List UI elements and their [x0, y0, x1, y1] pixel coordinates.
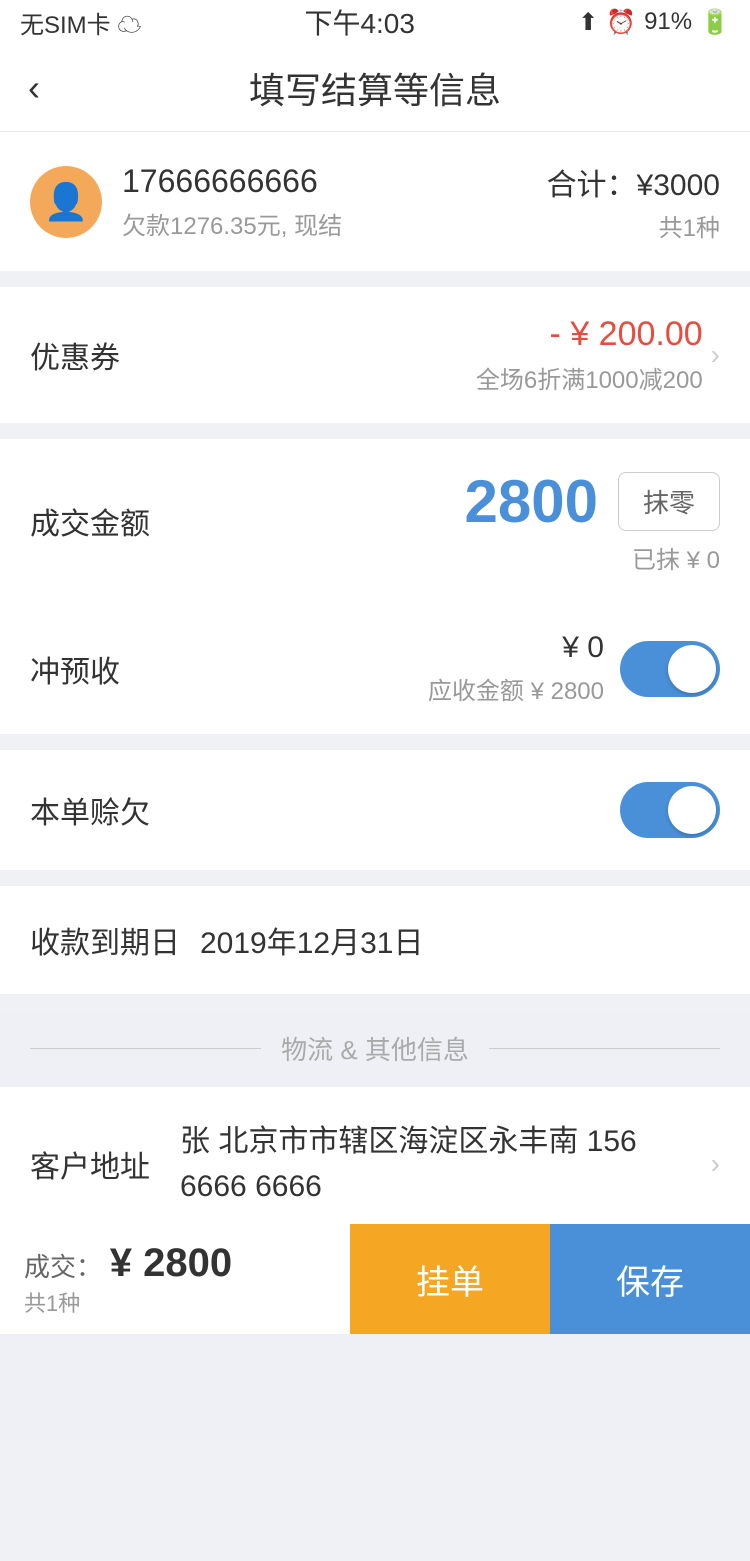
address-row[interactable]: 客户地址 张 北京市市辖区海淀区永丰南 156 6666 6666 › [0, 1087, 750, 1241]
save-button[interactable]: 保存 [550, 1224, 750, 1334]
deal-amount-label: 成交金额 [30, 499, 150, 543]
due-date-row: 收款到期日 2019年12月31日 [0, 886, 750, 994]
customer-debt: 欠款1276.35元, 现结 [122, 206, 342, 241]
prepay-toggle[interactable] [620, 641, 720, 697]
divider-line-left [30, 1048, 261, 1049]
hang-order-button[interactable]: 挂单 [350, 1224, 550, 1334]
total-count: 共1种 [547, 208, 720, 243]
chevron-right-icon: › [711, 339, 720, 371]
battery-text: 91% [644, 8, 692, 36]
coupon-row[interactable]: 优惠券 - ¥ 200.00 全场6折满1000减200 › [0, 287, 750, 423]
prepay-controls: ¥ 0 应收金额 ¥ 2800 [428, 631, 720, 706]
due-date-value: 2019年12月31日 [200, 918, 423, 962]
address-label: 客户地址 [30, 1142, 150, 1186]
address-chevron: › [703, 1148, 720, 1180]
deal-amount-row: 成交金额 2800 抹零 已抹 ¥ 0 [0, 439, 750, 603]
amount-main: 2800 抹零 [465, 467, 721, 536]
round-zero-button[interactable]: 抹零 [618, 472, 720, 531]
total-amount: 合计：¥3000 [547, 160, 720, 204]
customer-card: 👤 17666666666 欠款1276.35元, 现结 合计：¥3000 共1… [0, 132, 750, 271]
bottom-summary: 成交： ¥ 2800 共1种 [0, 1241, 350, 1318]
defer-row: 本单赊欠 [0, 750, 750, 870]
prepay-row: 冲预收 ¥ 0 应收金额 ¥ 2800 [0, 603, 750, 734]
bottom-deal-count: 共1种 [24, 1286, 326, 1318]
due-date-label: 收款到期日 [30, 918, 180, 962]
nav-bar: ‹ 填写结算等信息 [0, 44, 750, 132]
customer-phone: 17666666666 [122, 163, 342, 200]
coupon-right: - ¥ 200.00 全场6折满1000减200 [476, 315, 703, 395]
defer-toggle[interactable] [620, 782, 720, 838]
address-chevron-icon: › [711, 1148, 720, 1180]
divider-text: 物流 & 其他信息 [261, 1030, 489, 1067]
deal-amount-section: 成交金额 2800 抹零 已抹 ¥ 0 冲预收 ¥ 0 应收金额 ¥ 2800 [0, 439, 750, 734]
status-time: 下午4:03 [304, 2, 415, 42]
coupon-desc: 全场6折满1000减200 [476, 360, 703, 395]
prepay-right: ¥ 0 应收金额 ¥ 2800 [428, 631, 604, 706]
bottom-bar: 成交： ¥ 2800 共1种 挂单 保存 [0, 1224, 750, 1334]
status-bar: 无SIM卡 ☁ 下午4:03 ⬆ ⏰ 91% 🔋 [0, 0, 750, 44]
avatar-icon: 👤 [44, 181, 89, 223]
toggle-knob [668, 645, 716, 693]
defer-toggle-knob [668, 786, 716, 834]
prepay-amount: ¥ 0 [562, 631, 604, 665]
back-button[interactable]: ‹ [28, 67, 40, 109]
sim-text: 无SIM卡 ☁ [20, 5, 141, 40]
bottom-deal-row: 成交： ¥ 2800 [24, 1241, 326, 1286]
prepay-label: 冲预收 [30, 647, 120, 691]
customer-total: 合计：¥3000 共1种 [547, 160, 720, 243]
customer-left: 👤 17666666666 欠款1276.35元, 现结 [30, 163, 342, 241]
status-right: ⬆ ⏰ 91% 🔋 [578, 8, 730, 37]
divider-section: 物流 & 其他信息 [0, 1010, 750, 1087]
alarm-icon: ⏰ [606, 8, 636, 37]
divider-line-right [489, 1048, 720, 1049]
deal-amount-sub: 已抹 ¥ 0 [632, 540, 720, 575]
coupon-label: 优惠券 [30, 333, 120, 377]
prepay-sub: 应收金额 ¥ 2800 [428, 671, 604, 706]
defer-label: 本单赊欠 [30, 788, 150, 832]
bottom-deal-label: 成交： [24, 1252, 102, 1282]
status-left: 无SIM卡 ☁ [20, 5, 141, 40]
bottom-deal-amount: ¥ 2800 [110, 1241, 232, 1285]
coupon-discount: - ¥ 200.00 [550, 315, 703, 354]
main-content: 👤 17666666666 欠款1276.35元, 现结 合计：¥3000 共1… [0, 132, 750, 1561]
customer-info: 17666666666 欠款1276.35元, 现结 [122, 163, 342, 241]
location-icon: ⬆ [578, 8, 598, 37]
address-value: 张 北京市市辖区海淀区永丰南 156 6666 6666 [180, 1119, 703, 1209]
page-title: 填写结算等信息 [249, 62, 501, 114]
avatar: 👤 [30, 166, 102, 238]
deal-amount-number: 2800 [465, 467, 598, 536]
battery-icon: 🔋 [700, 8, 730, 37]
